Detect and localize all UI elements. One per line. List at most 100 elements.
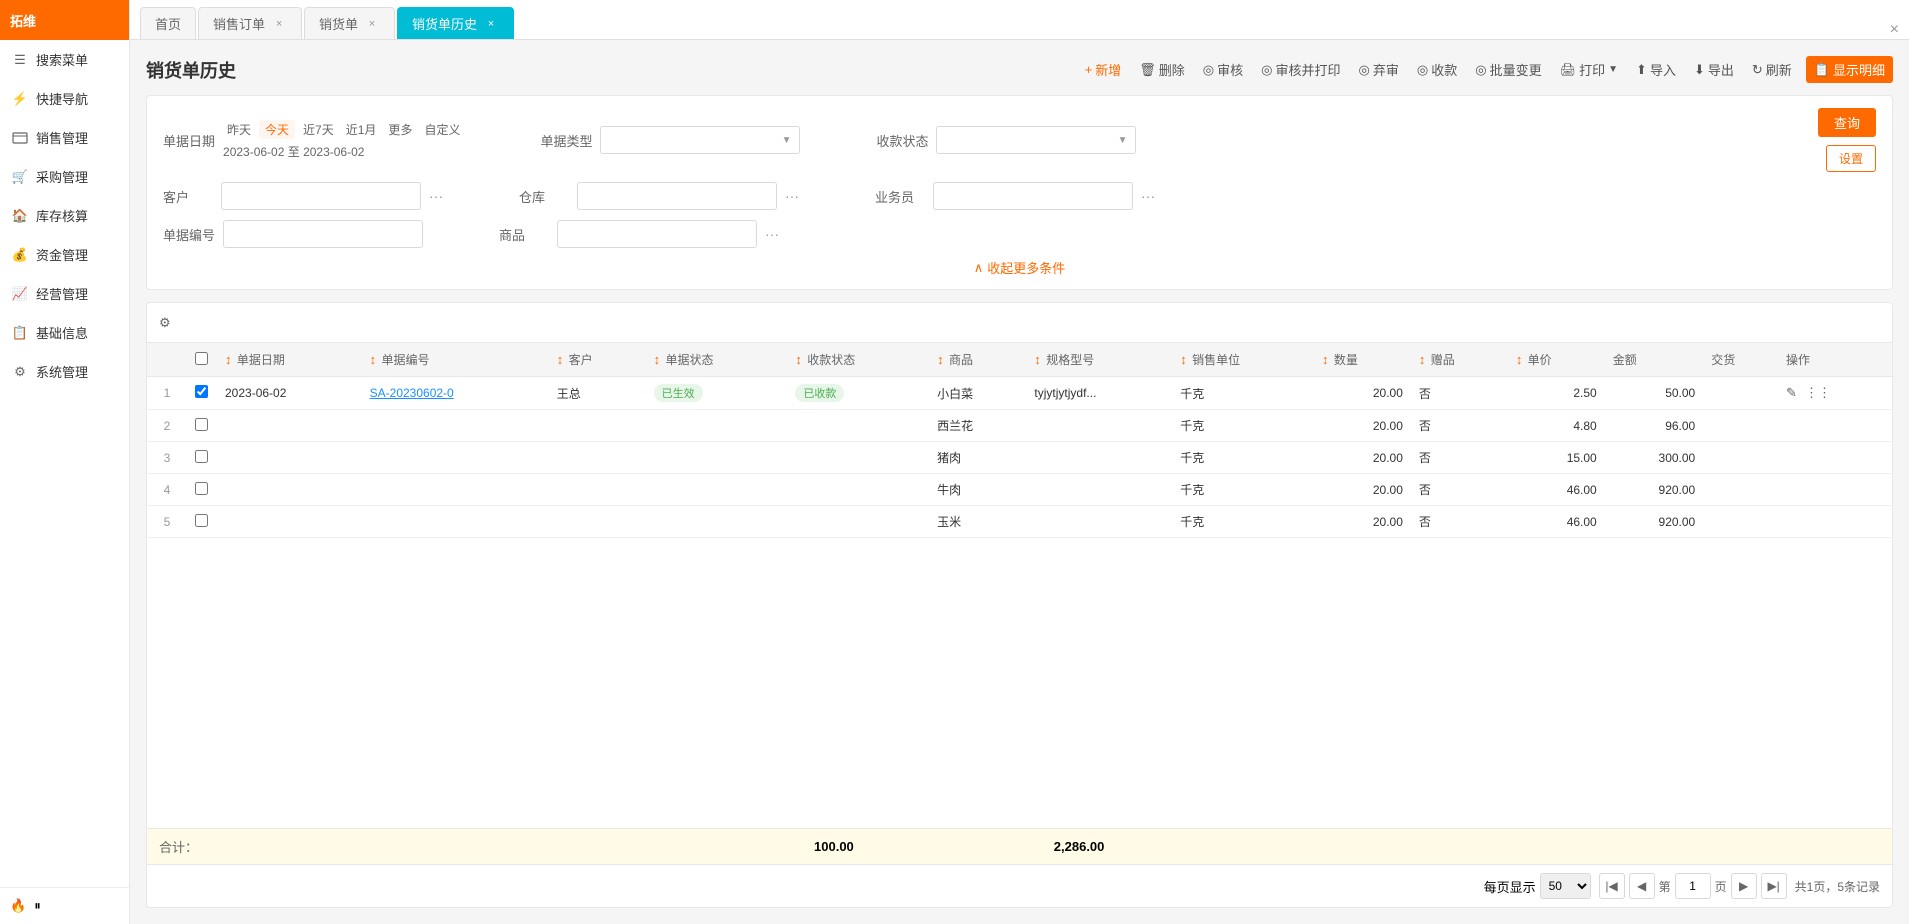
sidebar-item-purchase-mgmt[interactable]: 🛒 采购管理 bbox=[0, 157, 129, 196]
edit-action-icon[interactable]: ✎ bbox=[1786, 385, 1797, 401]
col-doc-no[interactable]: ↕ 单据编号 bbox=[362, 343, 549, 377]
preset-yesterday[interactable]: 昨天 bbox=[223, 120, 255, 139]
window-close-btn[interactable]: × bbox=[1890, 21, 1899, 39]
batch-change-button[interactable]: ◎ 批量变更 bbox=[1471, 58, 1545, 81]
table-row: 2 西兰花 千克 20.00 否 4.80 96.00 bbox=[147, 410, 1892, 442]
abandon-button[interactable]: ◎ 弃审 bbox=[1355, 58, 1403, 81]
goods-more-btn[interactable]: ··· bbox=[765, 226, 779, 242]
refresh-button[interactable]: ↻ 刷新 bbox=[1748, 58, 1796, 81]
quick-nav-icon: ⚡ bbox=[12, 91, 28, 107]
cell-price: 4.80 bbox=[1508, 410, 1605, 442]
tab-sales-goods[interactable]: 销货单 × bbox=[304, 7, 395, 39]
current-page-input[interactable] bbox=[1675, 873, 1711, 899]
close-sales-history-tab[interactable]: × bbox=[483, 16, 499, 32]
sidebar-item-inventory[interactable]: 🏠 库存核算 bbox=[0, 196, 129, 235]
close-sales-order-tab[interactable]: × bbox=[271, 16, 287, 32]
collapse-button[interactable]: ∧ 收起更多条件 bbox=[163, 258, 1876, 277]
filter-settings-button[interactable]: 设置 bbox=[1826, 145, 1876, 172]
sidebar-item-quick-nav[interactable]: ⚡ 快捷导航 bbox=[0, 79, 129, 118]
col-gift[interactable]: ↕ 赠品 bbox=[1411, 343, 1508, 377]
tab-sales-history[interactable]: 销货单历史 × bbox=[397, 7, 514, 39]
pause-icon[interactable]: ⏸ bbox=[34, 898, 41, 914]
query-button[interactable]: 查询 bbox=[1818, 108, 1876, 137]
cell-qty: 20.00 bbox=[1314, 474, 1411, 506]
preset-7days[interactable]: 近7天 bbox=[299, 120, 338, 139]
preset-custom[interactable]: 自定义 bbox=[420, 120, 464, 139]
close-sales-goods-tab[interactable]: × bbox=[364, 16, 380, 32]
row-checkbox[interactable] bbox=[195, 418, 208, 431]
cell-spec bbox=[1026, 474, 1172, 506]
first-page-btn[interactable]: |◀ bbox=[1599, 873, 1625, 899]
row-checkbox[interactable] bbox=[195, 450, 208, 463]
col-customer[interactable]: ↕ 客户 bbox=[549, 343, 646, 377]
cell-checkbox[interactable] bbox=[187, 442, 217, 474]
payment-status-select[interactable]: ▼ bbox=[936, 126, 1136, 154]
goods-input[interactable] bbox=[557, 220, 757, 248]
import-button[interactable]: ⬆ 导入 bbox=[1632, 58, 1680, 81]
cell-doc-no[interactable] bbox=[362, 410, 549, 442]
tab-home[interactable]: 首页 bbox=[140, 7, 196, 39]
sidebar-item-sales-mgmt[interactable]: 销售管理 bbox=[0, 118, 129, 157]
content-area: 销货单历史 + 新增 🗑 删除 ◎ 审核 ◎ 审核并打印 bbox=[130, 40, 1909, 924]
sidebar-item-system-mgmt[interactable]: ⚙ 系统管理 bbox=[0, 352, 129, 391]
next-page-btn[interactable]: ▶ bbox=[1731, 873, 1757, 899]
staff-input[interactable] bbox=[933, 182, 1133, 210]
col-qty[interactable]: ↕ 数量 bbox=[1314, 343, 1411, 377]
tab-sales-order[interactable]: 销售订单 × bbox=[198, 7, 302, 39]
warehouse-input[interactable] bbox=[577, 182, 777, 210]
table-settings-icon[interactable]: ⚙ bbox=[159, 315, 171, 331]
sidebar-item-finance[interactable]: 💰 资金管理 bbox=[0, 235, 129, 274]
preset-today[interactable]: 今天 bbox=[259, 120, 295, 139]
last-page-btn[interactable]: ▶| bbox=[1761, 873, 1787, 899]
print-button[interactable]: 🖨 打印 ▼ bbox=[1556, 58, 1622, 81]
sidebar-item-label: 搜索菜单 bbox=[36, 50, 88, 69]
table-footer: 合计： 100.00 2,286.00 bbox=[147, 828, 1892, 864]
prev-page-btn[interactable]: ◀ bbox=[1629, 873, 1655, 899]
col-unit[interactable]: ↕ 销售单位 bbox=[1172, 343, 1314, 377]
col-price[interactable]: ↕ 单价 bbox=[1508, 343, 1605, 377]
cell-customer bbox=[549, 442, 646, 474]
delete-button[interactable]: 🗑 删除 bbox=[1135, 58, 1189, 81]
preset-1month[interactable]: 近1月 bbox=[342, 120, 381, 139]
cell-index: 4 bbox=[147, 474, 187, 506]
col-goods[interactable]: ↕ 商品 bbox=[929, 343, 1026, 377]
row-checkbox[interactable] bbox=[195, 514, 208, 527]
show-detail-button[interactable]: 📋 显示明细 bbox=[1806, 56, 1893, 83]
staff-more-btn[interactable]: ··· bbox=[1141, 188, 1155, 204]
warehouse-more-btn[interactable]: ··· bbox=[785, 188, 799, 204]
audit-print-button[interactable]: ◎ 审核并打印 bbox=[1257, 58, 1344, 81]
col-payment-status[interactable]: ↕ 收款状态 bbox=[787, 343, 929, 377]
fire-icon[interactable]: 🔥 bbox=[10, 898, 26, 914]
cell-doc-no[interactable] bbox=[362, 442, 549, 474]
sidebar-item-search-menu[interactable]: ☰ 搜索菜单 bbox=[0, 40, 129, 79]
add-button[interactable]: + 新增 bbox=[1081, 58, 1126, 81]
row-checkbox[interactable] bbox=[195, 385, 208, 398]
cell-checkbox[interactable] bbox=[187, 377, 217, 410]
cell-checkbox[interactable] bbox=[187, 474, 217, 506]
audit-button[interactable]: ◎ 审核 bbox=[1199, 58, 1247, 81]
batch-change-icon: ◎ bbox=[1475, 62, 1486, 78]
cell-doc-no[interactable] bbox=[362, 506, 549, 538]
customer-more-btn[interactable]: ··· bbox=[429, 188, 443, 204]
more-action-icon[interactable]: ⋮⋮ bbox=[1805, 385, 1831, 401]
page-size-select[interactable]: 50 100 200 bbox=[1540, 873, 1591, 899]
customer-input[interactable] bbox=[221, 182, 421, 210]
sidebar-item-basic-info[interactable]: 📋 基础信息 bbox=[0, 313, 129, 352]
cell-doc-no[interactable]: SA-20230602-0 bbox=[362, 377, 549, 410]
preset-more[interactable]: 更多 bbox=[384, 120, 416, 139]
col-spec[interactable]: ↕ 规格型号 bbox=[1026, 343, 1172, 377]
export-button[interactable]: ⬇ 导出 bbox=[1690, 58, 1738, 81]
page-label2: 页 bbox=[1715, 878, 1727, 895]
cell-doc-no[interactable] bbox=[362, 474, 549, 506]
docno-input[interactable] bbox=[223, 220, 423, 248]
cell-checkbox[interactable] bbox=[187, 506, 217, 538]
select-all-checkbox[interactable] bbox=[195, 352, 208, 365]
cell-checkbox[interactable] bbox=[187, 410, 217, 442]
data-table: ↕ 单据日期 ↕ 单据编号 ↕ 客户 bbox=[147, 343, 1892, 538]
col-doc-status[interactable]: ↕ 单据状态 bbox=[646, 343, 788, 377]
col-doc-date[interactable]: ↕ 单据日期 bbox=[217, 343, 362, 377]
doc-type-select[interactable]: ▼ bbox=[600, 126, 800, 154]
collect-button[interactable]: ◎ 收款 bbox=[1413, 58, 1461, 81]
row-checkbox[interactable] bbox=[195, 482, 208, 495]
sidebar-item-operations[interactable]: 📈 经营管理 bbox=[0, 274, 129, 313]
